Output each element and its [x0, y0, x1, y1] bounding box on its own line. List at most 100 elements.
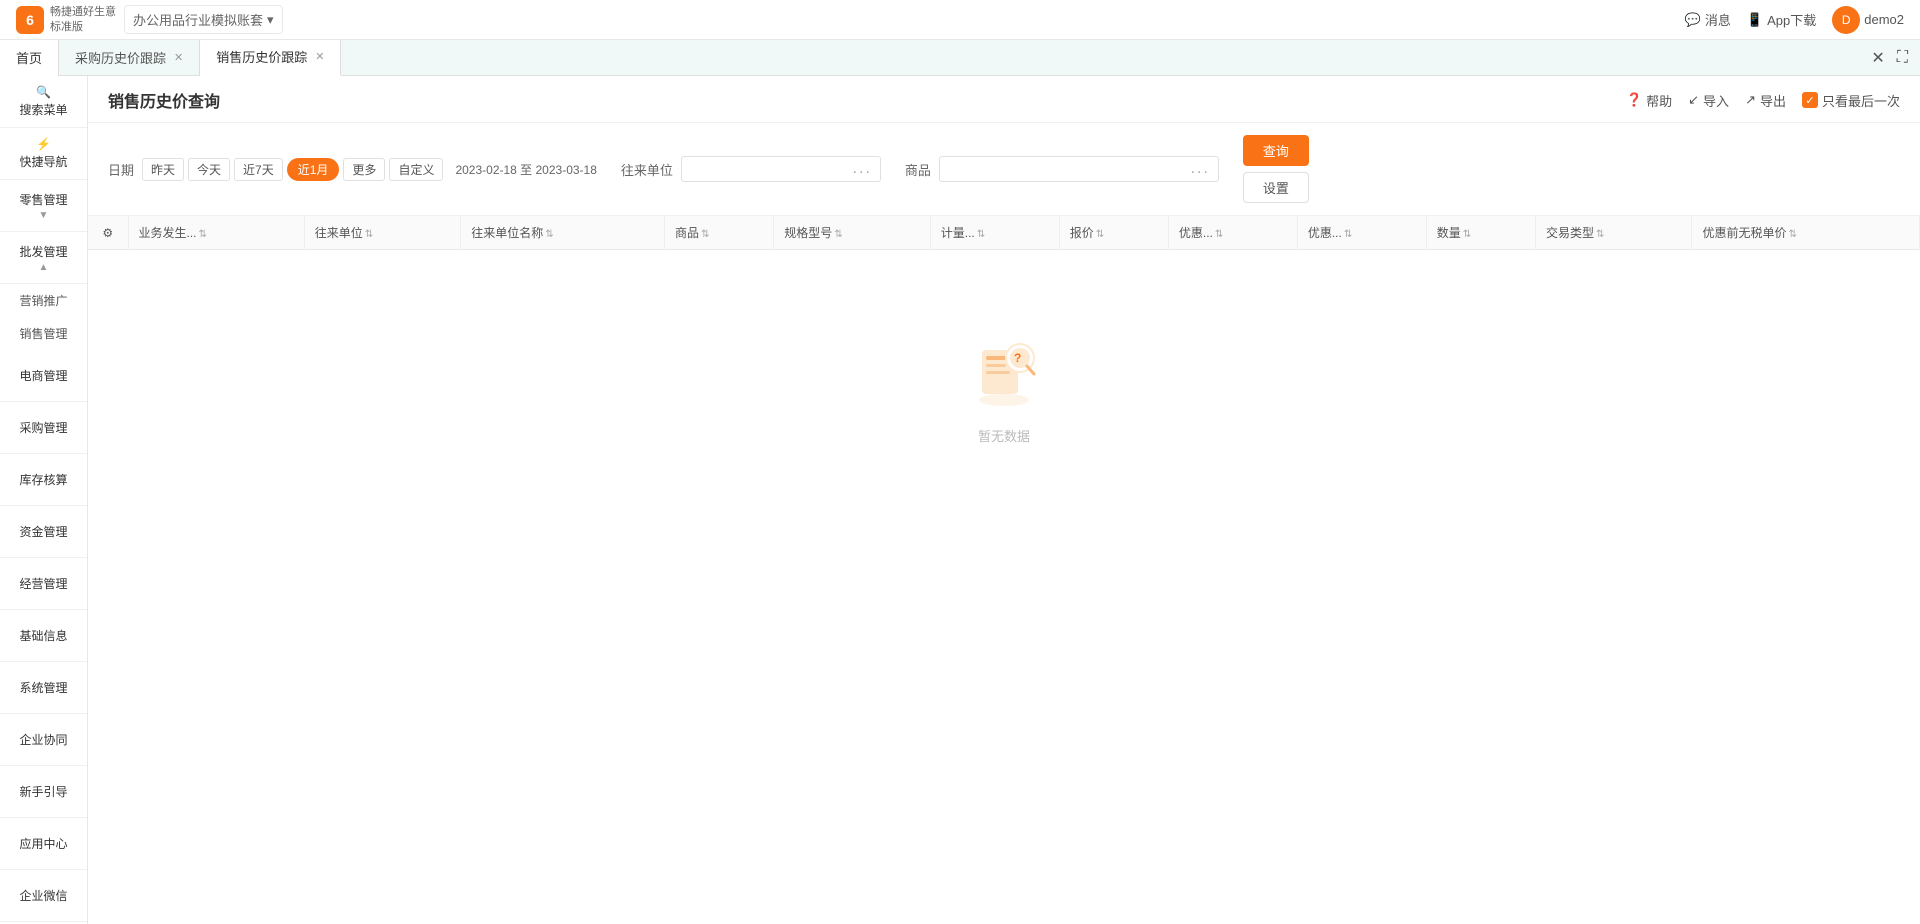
tab-home[interactable]: 首页 — [0, 40, 59, 76]
customer-picker-icon[interactable]: ... — [853, 160, 872, 178]
table-col-partner-name[interactable]: 往来单位名称⇅ — [461, 216, 665, 250]
export-icon: ↗ — [1745, 92, 1756, 108]
help-button[interactable]: ❓ 帮助 — [1626, 91, 1672, 110]
date-filter-group: 日期 昨天 今天 近7天 近1月 更多 自定义 2023-02-18 至 202… — [108, 158, 597, 181]
query-actions: 查询 设置 — [1243, 135, 1309, 203]
date-label: 日期 — [108, 160, 134, 179]
sidebar-item-inventory[interactable]: 库存核算 — [0, 454, 87, 506]
query-button[interactable]: 查询 — [1243, 135, 1309, 166]
svg-text:?: ? — [1014, 351, 1021, 365]
last-only-checkbox[interactable]: ✓ 只看最后一次 — [1802, 91, 1900, 110]
date-btn-custom[interactable]: 自定义 — [389, 158, 443, 181]
top-bar-right: 💬 消息 📱 App下载 D demo2 — [1685, 6, 1904, 34]
date-btn-yesterday[interactable]: 昨天 — [142, 158, 184, 181]
message-icon: 💬 — [1685, 12, 1701, 28]
tab-sales-history[interactable]: 销售历史价跟踪 ✕ — [200, 40, 341, 76]
customer-label: 往来单位 — [621, 160, 673, 179]
filter-area: 日期 昨天 今天 近7天 近1月 更多 自定义 2023-02-18 至 202… — [88, 123, 1920, 216]
table-col-product[interactable]: 商品⇅ — [665, 216, 774, 250]
sort-icon-3: ⇅ — [545, 229, 553, 240]
sort-icon-4: ⇅ — [701, 229, 709, 240]
sort-icon-2: ⇅ — [365, 229, 373, 240]
tab-bar: 首页 采购历史价跟踪 ✕ 销售历史价跟踪 ✕ ✕ ⛶ — [0, 40, 1920, 76]
content-area: 销售历史价查询 ❓ 帮助 ↙ 导入 ↗ 导出 ✓ — [88, 76, 1920, 924]
customer-filter-group: 往来单位 ... — [621, 156, 881, 182]
empty-state: ? 暂无数据 — [88, 250, 1920, 525]
sidebar-item-marketing[interactable]: 营销推广 — [0, 284, 87, 317]
table-col-pre-tax-price[interactable]: 优惠前无税单价⇅ — [1692, 216, 1920, 250]
user-profile[interactable]: D demo2 — [1832, 6, 1904, 34]
sidebar-item-guide[interactable]: 新手引导 — [0, 766, 87, 818]
sort-icon-5: ⇅ — [834, 229, 842, 240]
tab-bar-actions: ✕ ⛶ — [1871, 48, 1908, 68]
date-btn-1month[interactable]: 近1月 — [287, 158, 340, 181]
sort-icon-11: ⇅ — [1596, 229, 1604, 240]
app-selector[interactable]: 办公用品行业模拟账套 ▾ — [124, 5, 283, 34]
logo-text: 畅捷通好生意 标准版 — [50, 5, 116, 34]
sort-icon: ⇅ — [199, 229, 207, 240]
import-button[interactable]: ↙ 导入 — [1688, 91, 1729, 110]
table-col-discount2[interactable]: 优惠...⇅ — [1297, 216, 1426, 250]
page-header-actions: ❓ 帮助 ↙ 导入 ↗ 导出 ✓ 只看最后一次 — [1626, 91, 1900, 110]
sidebar-item-app-center[interactable]: 应用中心 — [0, 818, 87, 870]
table-container: ⚙ 业务发生...⇅ 往来单位⇅ 往来单位名称⇅ — [88, 216, 1920, 924]
help-icon: ❓ — [1626, 92, 1642, 108]
tab-purchase-history[interactable]: 采购历史价跟踪 ✕ — [59, 40, 200, 76]
sidebar-item-basic-info[interactable]: 基础信息 — [0, 610, 87, 662]
sidebar-item-quick-nav[interactable]: ⚡ 快捷导航 — [0, 128, 87, 180]
checkbox-checked-icon: ✓ — [1802, 92, 1818, 108]
table-col-partner-code[interactable]: 往来单位⇅ — [304, 216, 461, 250]
sidebar: 🔍 搜索菜单 ⚡ 快捷导航 零售管理 ▼ 批发管理 ▲ 营销推广 销售管理 电商… — [0, 76, 88, 924]
avatar: D — [1832, 6, 1860, 34]
import-icon: ↙ — [1688, 92, 1699, 108]
sidebar-item-search[interactable]: 🔍 搜索菜单 — [0, 76, 87, 128]
sort-icon-12: ⇅ — [1788, 229, 1796, 240]
sidebar-item-sys-mgmt[interactable]: 系统管理 — [0, 662, 87, 714]
table-col-spec[interactable]: 规格型号⇅ — [774, 216, 931, 250]
date-btn-more[interactable]: 更多 — [343, 158, 385, 181]
close-sales-tab-icon[interactable]: ✕ — [315, 50, 324, 63]
top-bar: 6 畅捷通好生意 标准版 办公用品行业模拟账套 ▾ 💬 消息 📱 App下载 D… — [0, 0, 1920, 40]
message-action[interactable]: 💬 消息 — [1685, 10, 1731, 29]
sort-icon-8: ⇅ — [1215, 229, 1223, 240]
sidebar-item-retail[interactable]: 零售管理 ▼ — [0, 180, 87, 232]
product-picker-icon[interactable]: ... — [1191, 160, 1210, 178]
product-input[interactable]: ... — [939, 156, 1219, 182]
date-btn-7days[interactable]: 近7天 — [234, 158, 283, 181]
empty-text: 暂无数据 — [978, 426, 1030, 445]
page-container: 销售历史价查询 ❓ 帮助 ↙ 导入 ↗ 导出 ✓ — [88, 76, 1920, 924]
sidebar-item-wechat[interactable]: 企业微信 — [0, 870, 87, 922]
close-purchase-tab-icon[interactable]: ✕ — [174, 51, 183, 64]
logo-icon: 6 — [16, 6, 44, 34]
logo-area: 6 畅捷通好生意 标准版 — [16, 5, 116, 34]
table-col-quantity[interactable]: 数量⇅ — [1426, 216, 1535, 250]
date-btn-today[interactable]: 今天 — [188, 158, 230, 181]
customer-input[interactable]: ... — [681, 156, 881, 182]
table-col-biz-date[interactable]: 业务发生...⇅ — [128, 216, 304, 250]
table-col-discount1[interactable]: 优惠...⇅ — [1168, 216, 1297, 250]
sidebar-item-coop[interactable]: 企业协同 — [0, 714, 87, 766]
retail-arrow-icon: ▼ — [39, 210, 49, 221]
product-label: 商品 — [905, 160, 931, 179]
table-col-unit[interactable]: 计量...⇅ — [930, 216, 1059, 250]
page-title: 销售历史价查询 — [108, 88, 220, 112]
sidebar-item-finance[interactable]: 资金管理 — [0, 506, 87, 558]
sidebar-item-purchase[interactable]: 采购管理 — [0, 402, 87, 454]
table-col-trade-type[interactable]: 交易类型⇅ — [1535, 216, 1692, 250]
settings-button[interactable]: 设置 — [1243, 172, 1309, 203]
close-window-icon[interactable]: ✕ — [1871, 48, 1884, 68]
empty-illustration: ? — [964, 330, 1044, 410]
sidebar-item-ecom[interactable]: 电商管理 — [0, 350, 87, 402]
maximize-icon[interactable]: ⛶ — [1897, 49, 1908, 67]
table-col-price[interactable]: 报价⇅ — [1059, 216, 1168, 250]
export-button[interactable]: ↗ 导出 — [1745, 91, 1786, 110]
sidebar-item-business[interactable]: 经营管理 — [0, 558, 87, 610]
table-col-gear[interactable]: ⚙ — [88, 216, 128, 250]
nav-icon: ⚡ — [36, 137, 51, 151]
sidebar-item-sales-mgmt[interactable]: 销售管理 — [0, 317, 87, 350]
sidebar-item-wholesale[interactable]: 批发管理 ▲ — [0, 232, 87, 284]
chevron-down-icon: ▾ — [267, 12, 274, 28]
date-buttons: 昨天 今天 近7天 近1月 更多 自定义 — [142, 158, 443, 181]
app-download-action[interactable]: 📱 App下载 — [1747, 10, 1816, 29]
gear-icon[interactable]: ⚙ — [102, 226, 113, 240]
